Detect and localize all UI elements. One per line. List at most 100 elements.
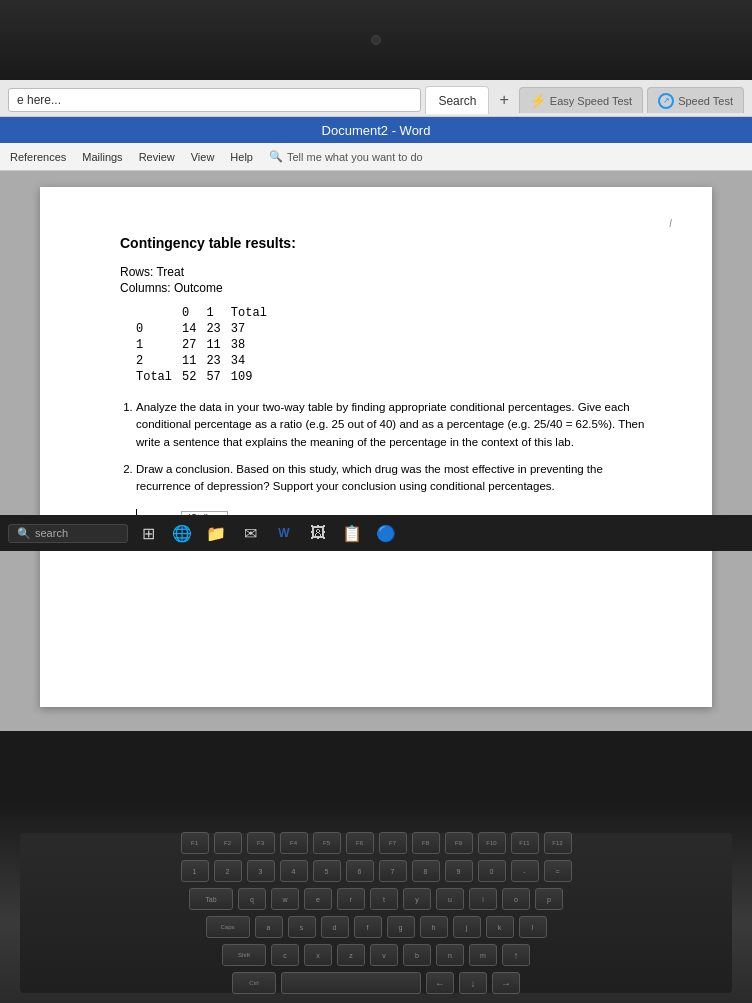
key-o[interactable]: o (502, 888, 530, 910)
word-document-area: I Contingency table results: Rows: Treat… (0, 171, 752, 731)
key-3[interactable]: 3 (247, 860, 275, 882)
key-minus[interactable]: - (511, 860, 539, 882)
key-f11[interactable]: F11 (511, 832, 539, 854)
key-y[interactable]: y (403, 888, 431, 910)
tab-easy-speed[interactable]: ⚡ Easy Speed Test (519, 87, 643, 113)
taskbar-mail-icon[interactable]: ✉ (236, 519, 264, 547)
key-ctrl[interactable]: Ctrl (232, 972, 276, 994)
key-r[interactable]: r (337, 888, 365, 910)
table-total-total: 109 (231, 369, 277, 385)
taskbar-search[interactable]: 🔍 search (8, 524, 128, 543)
key-k[interactable]: k (486, 916, 514, 938)
key-a[interactable]: a (255, 916, 283, 938)
table-row: 2 11 23 34 (136, 353, 277, 369)
taskbar-windows-button[interactable]: ⊞ (134, 519, 162, 547)
key-equals[interactable]: = (544, 860, 572, 882)
key-arrow-right[interactable]: → (492, 972, 520, 994)
key-d[interactable]: d (321, 916, 349, 938)
key-p[interactable]: p (535, 888, 563, 910)
key-caps[interactable]: Caps (206, 916, 250, 938)
ribbon-help[interactable]: Help (230, 151, 253, 163)
ribbon-tell-text: Tell me what you want to do (287, 151, 423, 163)
key-6[interactable]: 6 (346, 860, 374, 882)
key-arrow-left[interactable]: ← (426, 972, 454, 994)
document-instructions: Analyze the data in your two-way table b… (136, 399, 648, 495)
taskbar-edge-icon[interactable]: 🌐 (168, 519, 196, 547)
key-t[interactable]: t (370, 888, 398, 910)
key-g[interactable]: g (387, 916, 415, 938)
key-4[interactable]: 4 (280, 860, 308, 882)
key-arrow-up[interactable]: ↑ (502, 944, 530, 966)
key-f5[interactable]: F5 (313, 832, 341, 854)
tab-speed-test[interactable]: ↗ Speed Test (647, 87, 744, 113)
speed-test-icon: ↗ (658, 93, 674, 109)
key-n[interactable]: n (436, 944, 464, 966)
keyboard-row-6: Ctrl ← ↓ → (232, 972, 520, 994)
table-row1-label: 1 (136, 337, 182, 353)
key-f12[interactable]: F12 (544, 832, 572, 854)
key-8[interactable]: 8 (412, 860, 440, 882)
table-total-col0: 52 (182, 369, 206, 385)
key-l[interactable]: l (519, 916, 547, 938)
key-shift[interactable]: Shift (222, 944, 266, 966)
ribbon-view[interactable]: View (191, 151, 215, 163)
key-v[interactable]: v (370, 944, 398, 966)
address-bar[interactable]: e here... (8, 88, 421, 112)
taskbar: 🔍 search ⊞ 🌐 📁 ✉ W 🖼 📋 🔵 (0, 515, 752, 551)
taskbar-clipboard-icon[interactable]: 📋 (338, 519, 366, 547)
key-f9[interactable]: F9 (445, 832, 473, 854)
new-tab-button[interactable]: + (493, 91, 514, 109)
key-x[interactable]: x (304, 944, 332, 966)
taskbar-folder-icon[interactable]: 📁 (202, 519, 230, 547)
key-2[interactable]: 2 (214, 860, 242, 882)
key-7[interactable]: 7 (379, 860, 407, 882)
key-f6[interactable]: F6 (346, 832, 374, 854)
key-j[interactable]: j (453, 916, 481, 938)
key-i[interactable]: i (469, 888, 497, 910)
key-m[interactable]: m (469, 944, 497, 966)
taskbar-word-icon[interactable]: W (270, 519, 298, 547)
key-z[interactable]: z (337, 944, 365, 966)
ribbon-tell-me[interactable]: 🔍 Tell me what you want to do (269, 150, 423, 163)
key-f1[interactable]: F1 (181, 832, 209, 854)
screen: e here... Search + ⚡ Easy Speed Test ↗ S… (0, 80, 752, 731)
table-row1-col1: 11 (206, 337, 230, 353)
key-b[interactable]: b (403, 944, 431, 966)
table-header-total: Total (231, 305, 277, 321)
key-0[interactable]: 0 (478, 860, 506, 882)
instruction-1-text: Analyze the data in your two-way table b… (136, 401, 644, 448)
key-f[interactable]: f (354, 916, 382, 938)
key-f2[interactable]: F2 (214, 832, 242, 854)
key-f8[interactable]: F8 (412, 832, 440, 854)
ribbon-mailings[interactable]: Mailings (82, 151, 122, 163)
taskbar-search-icon: 🔍 (17, 527, 31, 540)
keyboard-area: F1 F2 F3 F4 F5 F6 F7 F8 F9 F10 F11 F12 1… (20, 833, 732, 993)
address-bar-text: e here... (17, 93, 61, 107)
ribbon-review[interactable]: Review (139, 151, 175, 163)
ribbon-references[interactable]: References (10, 151, 66, 163)
key-c[interactable]: c (271, 944, 299, 966)
key-s[interactable]: s (288, 916, 316, 938)
key-f10[interactable]: F10 (478, 832, 506, 854)
instruction-2: Draw a conclusion. Based on this study, … (136, 461, 648, 496)
key-tab[interactable]: Tab (189, 888, 233, 910)
taskbar-blue-icon[interactable]: 🔵 (372, 519, 400, 547)
key-9[interactable]: 9 (445, 860, 473, 882)
key-f4[interactable]: F4 (280, 832, 308, 854)
laptop-top-bezel (0, 0, 752, 80)
key-e[interactable]: e (304, 888, 332, 910)
key-q[interactable]: q (238, 888, 266, 910)
table-total-col1: 57 (206, 369, 230, 385)
key-space[interactable] (281, 972, 421, 994)
taskbar-photos-icon[interactable]: 🖼 (304, 519, 332, 547)
key-f7[interactable]: F7 (379, 832, 407, 854)
key-f3[interactable]: F3 (247, 832, 275, 854)
tab-search[interactable]: Search (425, 86, 489, 114)
key-h[interactable]: h (420, 916, 448, 938)
key-5[interactable]: 5 (313, 860, 341, 882)
key-u[interactable]: u (436, 888, 464, 910)
key-w[interactable]: w (271, 888, 299, 910)
key-1[interactable]: 1 (181, 860, 209, 882)
key-arrow-down[interactable]: ↓ (459, 972, 487, 994)
contingency-table: 0 1 Total 0 14 23 37 1 27 11 38 (136, 305, 648, 385)
